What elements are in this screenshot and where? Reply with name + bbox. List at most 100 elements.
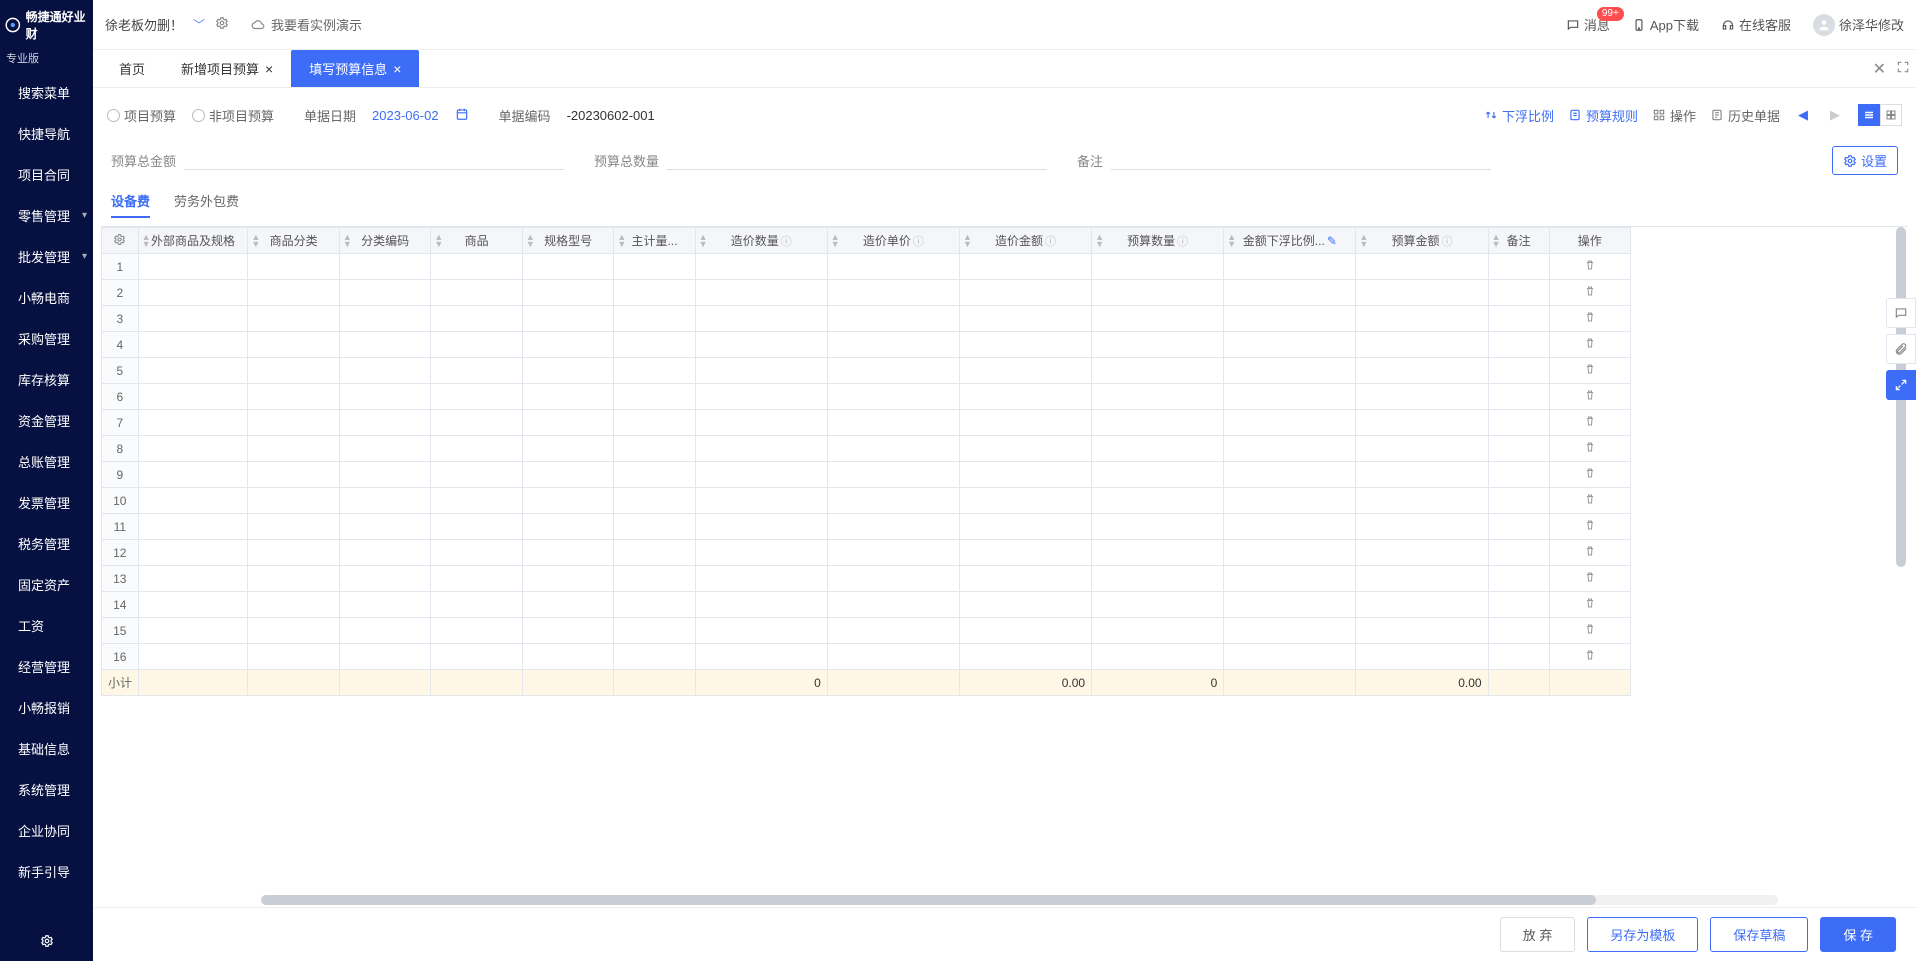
table-row[interactable]: 7 bbox=[102, 410, 1631, 436]
column-header[interactable]: ▲▼外部商品及规格 bbox=[138, 228, 248, 254]
sort-icon[interactable]: ▲▼ bbox=[343, 234, 352, 248]
sidebar-settings-button[interactable] bbox=[0, 924, 93, 961]
delete-icon[interactable] bbox=[1556, 389, 1624, 404]
calendar-icon[interactable] bbox=[455, 107, 469, 124]
sidebar-item[interactable]: 发票管理 bbox=[0, 482, 93, 523]
table-row[interactable]: 3 bbox=[102, 306, 1631, 332]
budget-rule-button[interactable]: 预算规则 bbox=[1568, 106, 1638, 125]
sidebar-item[interactable]: 项目合同 bbox=[0, 154, 93, 195]
column-header[interactable] bbox=[102, 228, 139, 254]
date-value[interactable]: 2023-06-02 bbox=[372, 108, 439, 123]
sidebar-item[interactable]: 系统管理 bbox=[0, 769, 93, 810]
view-list-button[interactable] bbox=[1858, 104, 1880, 126]
delete-icon[interactable] bbox=[1556, 571, 1624, 586]
table-row[interactable]: 14 bbox=[102, 592, 1631, 618]
sidebar-item[interactable]: 税务管理 bbox=[0, 523, 93, 564]
fullscreen-icon[interactable] bbox=[1896, 60, 1910, 77]
sidebar-item[interactable]: 固定资产 bbox=[0, 564, 93, 605]
user-menu[interactable]: 徐泽华修改 bbox=[1813, 14, 1904, 36]
sidebar-item[interactable]: 快捷导航 bbox=[0, 113, 93, 154]
delete-icon[interactable] bbox=[1556, 545, 1624, 560]
sidebar-item[interactable]: 经营管理 bbox=[0, 646, 93, 687]
column-header[interactable]: ▲▼预算数量ⓘ bbox=[1092, 228, 1224, 254]
column-header[interactable]: ▲▼规格型号 bbox=[522, 228, 613, 254]
column-header[interactable]: ▲▼造价数量ⓘ bbox=[695, 228, 827, 254]
column-header[interactable]: 操作 bbox=[1549, 228, 1630, 254]
delete-icon[interactable] bbox=[1556, 285, 1624, 300]
sort-icon[interactable]: ▲▼ bbox=[142, 234, 151, 248]
table-row[interactable]: 2 bbox=[102, 280, 1631, 306]
table-row[interactable]: 13 bbox=[102, 566, 1631, 592]
sort-icon[interactable]: ▲▼ bbox=[1492, 234, 1501, 248]
sidebar-item[interactable]: 小畅电商 bbox=[0, 277, 93, 318]
sort-icon[interactable]: ▲▼ bbox=[1095, 234, 1104, 248]
sort-icon[interactable]: ▲▼ bbox=[526, 234, 535, 248]
delete-icon[interactable] bbox=[1556, 441, 1624, 456]
sidebar-item[interactable]: 批发管理▾ bbox=[0, 236, 93, 277]
info-icon[interactable]: ⓘ bbox=[913, 236, 924, 248]
sort-icon[interactable]: ▲▼ bbox=[1227, 234, 1236, 248]
sidebar-item[interactable]: 资金管理 bbox=[0, 400, 93, 441]
rail-expand-button[interactable] bbox=[1886, 370, 1916, 400]
sort-icon[interactable]: ▲▼ bbox=[434, 234, 443, 248]
demo-link[interactable]: 我要看实例演示 bbox=[251, 15, 362, 34]
column-header[interactable]: ▲▼商品 bbox=[431, 228, 522, 254]
close-icon[interactable]: × bbox=[393, 62, 401, 76]
delete-icon[interactable] bbox=[1556, 519, 1624, 534]
sidebar-item[interactable]: 总账管理 bbox=[0, 441, 93, 482]
sidebar-item[interactable]: 新手引导 bbox=[0, 851, 93, 892]
sub-tab[interactable]: 劳务外包费 bbox=[174, 191, 239, 218]
column-header[interactable]: ▲▼预算金额ⓘ bbox=[1356, 228, 1488, 254]
table-row[interactable]: 8 bbox=[102, 436, 1631, 462]
sidebar-item[interactable]: 小畅报销 bbox=[0, 687, 93, 728]
delete-icon[interactable] bbox=[1556, 649, 1624, 664]
table-row[interactable]: 12 bbox=[102, 540, 1631, 566]
save-template-button[interactable]: 另存为模板 bbox=[1587, 917, 1698, 952]
edit-icon[interactable]: ✎ bbox=[1327, 234, 1337, 248]
sort-icon[interactable]: ▲▼ bbox=[617, 234, 626, 248]
table-row[interactable]: 5 bbox=[102, 358, 1631, 384]
table-row[interactable]: 4 bbox=[102, 332, 1631, 358]
sidebar-item[interactable]: 工资 bbox=[0, 605, 93, 646]
sort-icon[interactable]: ▲▼ bbox=[831, 234, 840, 248]
vertical-scrollbar[interactable] bbox=[1894, 227, 1908, 587]
delete-icon[interactable] bbox=[1556, 597, 1624, 612]
radio-project-budget[interactable]: 项目预算 bbox=[107, 106, 176, 125]
tab[interactable]: 首页 bbox=[101, 50, 163, 87]
sidebar-item[interactable]: 企业协同 bbox=[0, 810, 93, 851]
sidebar-item[interactable]: 库存核算 bbox=[0, 359, 93, 400]
sort-icon[interactable]: ▲▼ bbox=[963, 234, 972, 248]
horizontal-scrollbar[interactable] bbox=[101, 893, 1908, 907]
table-row[interactable]: 16 bbox=[102, 644, 1631, 670]
sort-icon[interactable]: ▲▼ bbox=[1359, 234, 1368, 248]
info-icon[interactable]: ⓘ bbox=[781, 236, 792, 248]
table-row[interactable]: 6 bbox=[102, 384, 1631, 410]
float-ratio-button[interactable]: 下浮比例 bbox=[1484, 106, 1554, 125]
table-row[interactable]: 15 bbox=[102, 618, 1631, 644]
sidebar-item[interactable]: 采购管理 bbox=[0, 318, 93, 359]
close-all-tabs-icon[interactable]: ✕ bbox=[1873, 59, 1886, 79]
column-header[interactable]: ▲▼备注 bbox=[1488, 228, 1549, 254]
settings-button[interactable]: 设置 bbox=[1832, 146, 1898, 175]
delete-icon[interactable] bbox=[1556, 337, 1624, 352]
table-row[interactable]: 1 bbox=[102, 254, 1631, 280]
operation-button[interactable]: 操作 bbox=[1652, 106, 1696, 125]
tab[interactable]: 新增项目预算× bbox=[163, 50, 291, 87]
save-draft-button[interactable]: 保存草稿 bbox=[1710, 917, 1808, 952]
messages-button[interactable]: 消息 99+ bbox=[1566, 15, 1610, 34]
radio-non-project-budget[interactable]: 非项目预算 bbox=[192, 106, 274, 125]
column-header[interactable]: ▲▼造价金额ⓘ bbox=[959, 228, 1091, 254]
delete-icon[interactable] bbox=[1556, 493, 1624, 508]
delete-icon[interactable] bbox=[1556, 363, 1624, 378]
sidebar-item[interactable]: 零售管理▾ bbox=[0, 195, 93, 236]
delete-icon[interactable] bbox=[1556, 467, 1624, 482]
delete-icon[interactable] bbox=[1556, 259, 1624, 274]
support-button[interactable]: 在线客服 bbox=[1721, 15, 1791, 34]
delete-icon[interactable] bbox=[1556, 415, 1624, 430]
app-download-button[interactable]: App下载 bbox=[1632, 15, 1699, 34]
history-button[interactable]: 历史单据 bbox=[1710, 106, 1780, 125]
column-header[interactable]: ▲▼造价单价ⓘ bbox=[827, 228, 959, 254]
view-card-button[interactable] bbox=[1880, 104, 1902, 126]
column-header[interactable]: ▲▼金额下浮比例...✎ bbox=[1224, 228, 1356, 254]
sidebar-item[interactable]: 搜索菜单 bbox=[0, 72, 93, 113]
